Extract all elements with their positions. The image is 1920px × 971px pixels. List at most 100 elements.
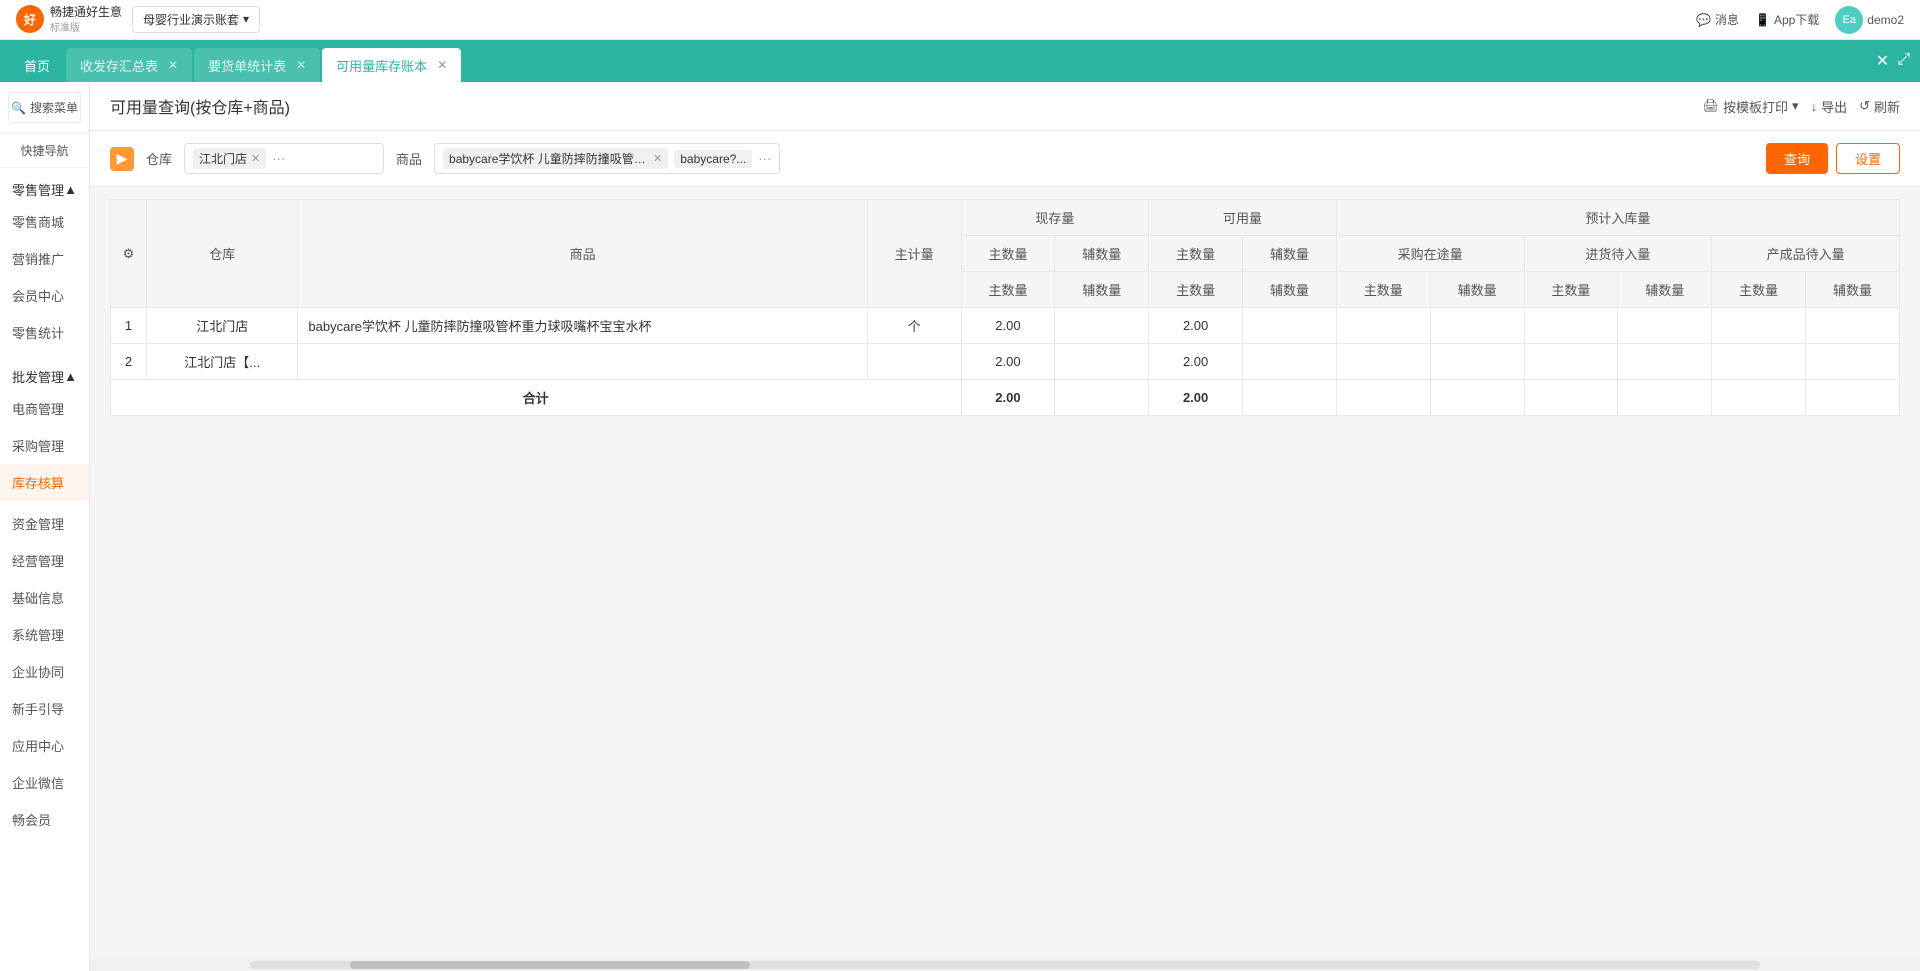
user-profile[interactable]: Ea demo2 bbox=[1835, 6, 1904, 34]
nav-tabs-controls: ✕ ⤢ bbox=[1876, 51, 1910, 71]
warehouse-tag-close[interactable]: ✕ bbox=[251, 152, 260, 165]
search-menu-btn[interactable]: 🔍 搜索菜单 bbox=[8, 92, 81, 123]
sidebar-item-retail-member[interactable]: 会员中心 bbox=[0, 277, 89, 314]
sidebar: 🔍 搜索菜单 快捷导航 零售管理 ▲ 零售商城 营销推广 会员中心 零售统计 bbox=[0, 82, 90, 971]
row1-warehouse: 江北门店 bbox=[147, 308, 298, 344]
sidebar-item-member2[interactable]: 畅会员 bbox=[0, 801, 89, 838]
row2-avail-aux bbox=[1243, 344, 1337, 380]
retail-expand-icon: ▲ bbox=[64, 182, 77, 197]
tab-home-label: 首页 bbox=[24, 56, 50, 75]
logo-text-area: 畅捷通好生意 标准版 bbox=[50, 5, 122, 34]
wholesale-expand-icon: ▲ bbox=[64, 369, 77, 384]
th-incoming-aux: 辅数量 bbox=[1618, 272, 1712, 308]
row1-unit: 个 bbox=[867, 308, 961, 344]
nav-expand-icon[interactable]: ⤢ bbox=[1897, 51, 1910, 71]
refresh-label: 刷新 bbox=[1874, 97, 1900, 116]
tab-order-close[interactable]: ✕ bbox=[296, 58, 306, 72]
scroll-thumb[interactable] bbox=[350, 961, 750, 969]
message-btn[interactable]: 💬 消息 bbox=[1696, 11, 1739, 28]
product-more-btn[interactable]: ··· bbox=[758, 151, 771, 166]
sidebar-item-purchase[interactable]: 采购管理 bbox=[0, 427, 89, 464]
tab-available[interactable]: 可用量库存账本 ✕ bbox=[322, 48, 461, 82]
horizontal-scrollbar[interactable] bbox=[90, 959, 1920, 971]
row1-purchase-aux bbox=[1430, 308, 1524, 344]
sidebar-item-retail-stats[interactable]: 零售统计 bbox=[0, 314, 89, 351]
sidebar-item-basic[interactable]: 基础信息 bbox=[0, 579, 89, 616]
row1-stock-aux bbox=[1055, 308, 1149, 344]
logo-text: 畅捷通好生意 bbox=[50, 5, 122, 19]
row1-incoming-main bbox=[1524, 308, 1618, 344]
query-btn[interactable]: 查询 bbox=[1766, 143, 1828, 174]
sidebar-section-wholesale: 批发管理 ▲ 电商管理 采购管理 库存核算 bbox=[0, 355, 89, 505]
row2-product bbox=[298, 344, 867, 380]
sidebar-item-enterprise[interactable]: 企业协同 bbox=[0, 653, 89, 690]
row2-num: 2 bbox=[111, 344, 147, 380]
org-name: 母婴行业演示账套 bbox=[143, 11, 239, 28]
row2-purchase-main bbox=[1336, 344, 1430, 380]
sidebar-item-retail-mall[interactable]: 零售商城 bbox=[0, 203, 89, 240]
product-tag1-close[interactable]: ✕ bbox=[653, 152, 662, 165]
print-dropdown-icon: ▾ bbox=[1792, 98, 1799, 114]
sidebar-item-corpwechat[interactable]: 企业微信 bbox=[0, 764, 89, 801]
quick-nav-btn[interactable]: 快捷导航 bbox=[0, 134, 89, 168]
warehouse-more-btn[interactable]: ··· bbox=[272, 151, 285, 166]
tab-home[interactable]: 首页 bbox=[10, 48, 64, 82]
th-warehouse: 仓库 bbox=[147, 200, 298, 308]
sidebar-item-ops[interactable]: 经营管理 bbox=[0, 542, 89, 579]
product-tag2: babycare?... bbox=[674, 150, 752, 168]
row1-stock-main: 2.00 bbox=[961, 308, 1055, 344]
sidebar-item-appstore[interactable]: 应用中心 bbox=[0, 727, 89, 764]
sidebar-item-ecom[interactable]: 电商管理 bbox=[0, 390, 89, 427]
filter-toggle-btn[interactable]: ▶ bbox=[110, 147, 134, 171]
logo-sub: 标准版 bbox=[50, 19, 122, 34]
th-stock-main2: 主数量 bbox=[961, 272, 1055, 308]
row1-avail-main: 2.00 bbox=[1149, 308, 1243, 344]
org-selector[interactable]: 母婴行业演示账套 ▾ bbox=[132, 6, 260, 33]
row2-production-main bbox=[1712, 344, 1806, 380]
th-purchase-aux: 辅数量 bbox=[1430, 272, 1524, 308]
export-btn[interactable]: ↓ 导出 bbox=[1811, 97, 1848, 116]
tab-order[interactable]: 要货单统计表 ✕ bbox=[194, 48, 320, 82]
app-download-btn[interactable]: 📱 App下载 bbox=[1755, 11, 1819, 28]
row1-product: babycare学饮杯 儿童防摔防撞吸管杯重力球吸嘴杯宝宝水杯 bbox=[298, 308, 867, 344]
retail-label: 零售管理 bbox=[12, 180, 64, 199]
refresh-icon: ↺ bbox=[1859, 98, 1870, 114]
th-avail-group: 可用量 bbox=[1149, 200, 1337, 236]
filter-area: ▶ 仓库 江北门店 ✕ ··· 商品 babycare学饮杯 儿童防摔防撞吸管杯… bbox=[90, 131, 1920, 187]
tab-available-close[interactable]: ✕ bbox=[437, 58, 447, 72]
tab-order-label: 要货单统计表 bbox=[208, 56, 286, 75]
sidebar-item-sys[interactable]: 系统管理 bbox=[0, 616, 89, 653]
filter-buttons: 查询 设置 bbox=[1766, 143, 1900, 174]
th-settings[interactable]: ⚙ bbox=[111, 200, 147, 308]
table-row: 1 江北门店 babycare学饮杯 儿童防摔防撞吸管杯重力球吸嘴杯宝宝水杯 个… bbox=[111, 308, 1900, 344]
total-purchase-main bbox=[1336, 380, 1430, 416]
print-btn[interactable]: 🖨 按模板打印 ▾ bbox=[1703, 97, 1799, 116]
page-title: 可用量查询(按仓库+商品) bbox=[110, 94, 290, 118]
sidebar-section-retail-title[interactable]: 零售管理 ▲ bbox=[0, 172, 89, 203]
warehouse-input[interactable]: 江北门店 ✕ ··· bbox=[184, 143, 384, 174]
row2-incoming-aux bbox=[1618, 344, 1712, 380]
row2-stock-main: 2.00 bbox=[961, 344, 1055, 380]
row1-production-main bbox=[1712, 308, 1806, 344]
content-area: 可用量查询(按仓库+商品) 🖨 按模板打印 ▾ ↓ 导出 ↺ 刷新 ▶ bbox=[90, 82, 1920, 971]
sidebar-section-wholesale-title[interactable]: 批发管理 ▲ bbox=[0, 359, 89, 390]
setting-btn[interactable]: 设置 bbox=[1836, 143, 1900, 174]
sidebar-item-retail-promo[interactable]: 营销推广 bbox=[0, 240, 89, 277]
tab-receipt-label: 收发存汇总表 bbox=[80, 56, 158, 75]
org-dropdown-icon: ▾ bbox=[243, 12, 249, 26]
table-area: ⚙ 仓库 商品 主计量 现存量 bbox=[90, 187, 1920, 959]
tab-receipt[interactable]: 收发存汇总表 ✕ bbox=[66, 48, 192, 82]
product-input[interactable]: babycare学饮杯 儿童防摔防撞吸管杯重力球吸嘴杯宝宝水杯 ✕ babyca… bbox=[434, 143, 780, 174]
top-bar-right: 💬 消息 📱 App下载 Ea demo2 bbox=[1696, 6, 1904, 34]
tab-receipt-close[interactable]: ✕ bbox=[168, 58, 178, 72]
page-header: 可用量查询(按仓库+商品) 🖨 按模板打印 ▾ ↓ 导出 ↺ 刷新 bbox=[90, 82, 1920, 131]
row1-incoming-aux bbox=[1618, 308, 1712, 344]
nav-close-icon[interactable]: ✕ bbox=[1876, 51, 1889, 71]
tab-available-label: 可用量库存账本 bbox=[336, 56, 427, 75]
refresh-btn[interactable]: ↺ 刷新 bbox=[1859, 97, 1900, 116]
total-label: 合计 bbox=[111, 380, 962, 416]
sidebar-item-guide[interactable]: 新手引导 bbox=[0, 690, 89, 727]
sidebar-item-inventory[interactable]: 库存核算 bbox=[0, 464, 89, 501]
total-incoming-main bbox=[1524, 380, 1618, 416]
sidebar-item-capital[interactable]: 资金管理 bbox=[0, 505, 89, 542]
